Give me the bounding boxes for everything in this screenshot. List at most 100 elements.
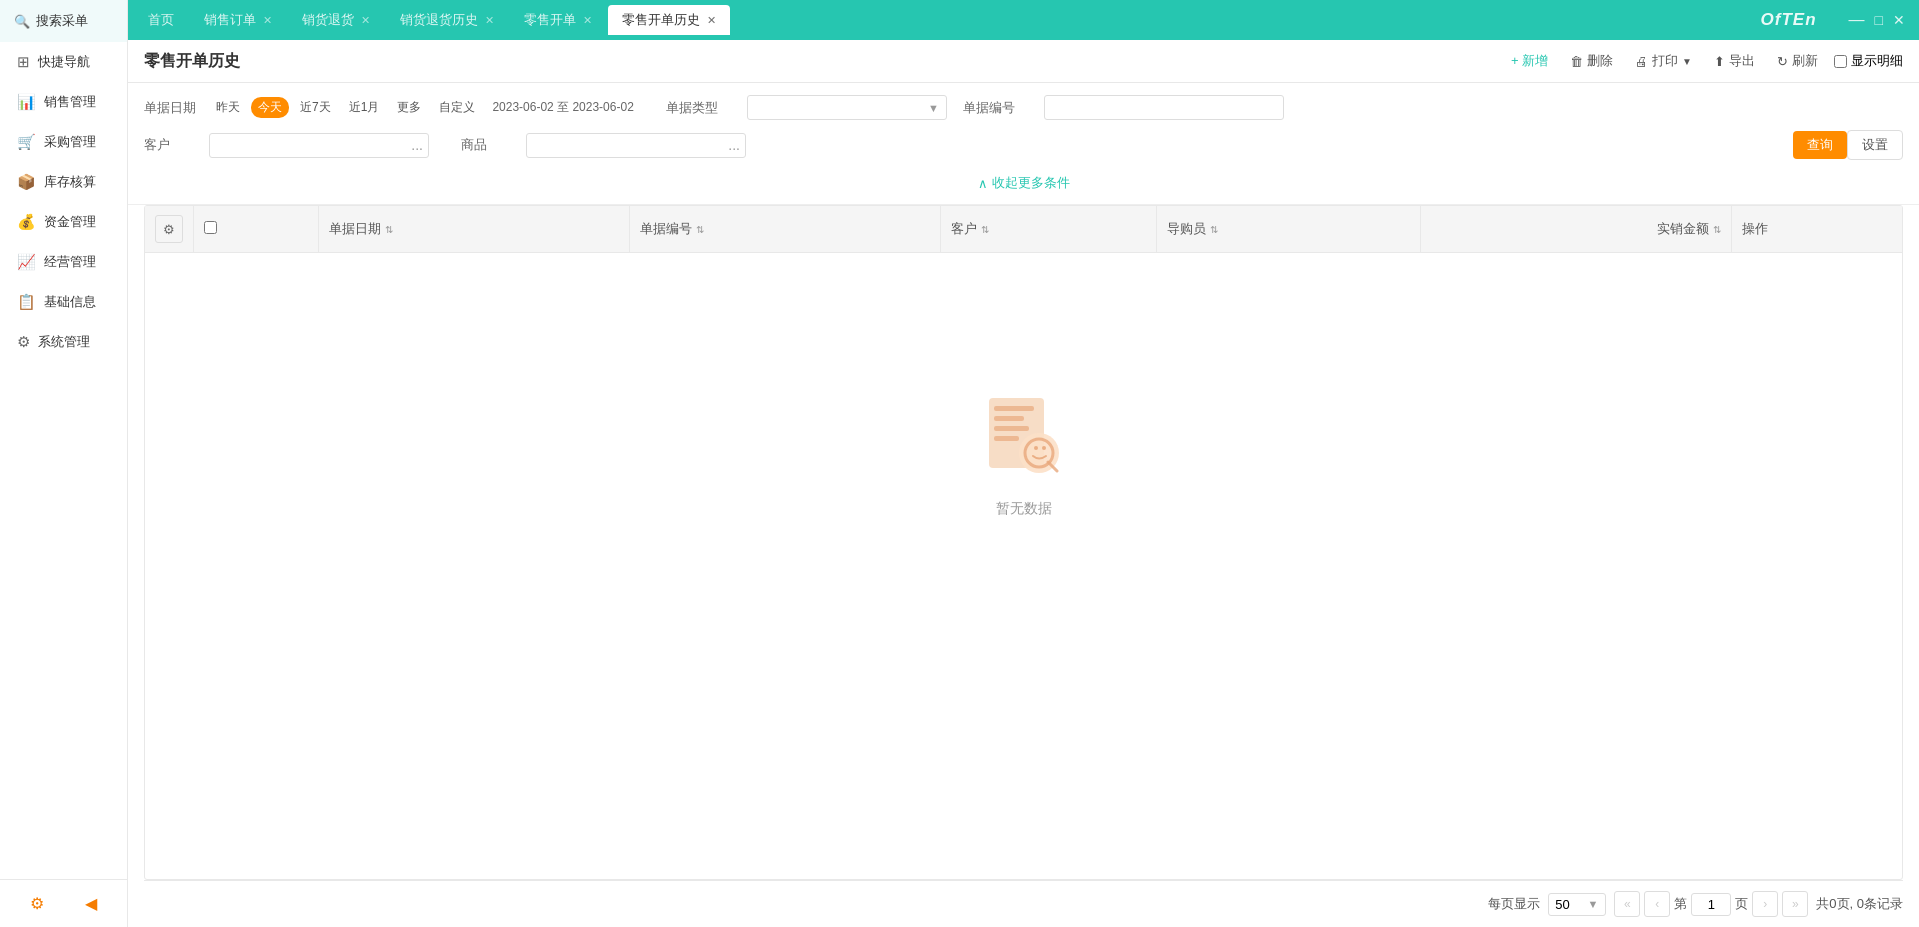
export-button[interactable]: ⬆ 导出 [1708, 48, 1761, 74]
sidebar-label-sys-mgmt: 系统管理 [38, 333, 90, 351]
per-page-select-wrapper: 50 10 20 100 ▼ [1548, 893, 1606, 916]
maximize-btn[interactable]: □ [1875, 12, 1883, 28]
toolbar-actions: + 新增 🗑 删除 🖨 打印 ▼ ⬆ 导出 ↻ 刷新 [1505, 48, 1903, 74]
sidebar-label-inventory: 库存核算 [44, 173, 96, 191]
brand-label: OfTEn [1761, 10, 1817, 30]
tab-retail-open-history[interactable]: 零售开单历史✕ [608, 5, 730, 35]
empty-illustration [974, 388, 1074, 488]
select-all-checkbox[interactable] [204, 221, 217, 234]
custom-btn[interactable]: 自定义 [432, 97, 482, 118]
sort-date-icon: ⇅ [385, 224, 393, 235]
tab-label-sales-return: 销货退货 [302, 11, 354, 29]
sidebar-icon-finance: 💰 [17, 213, 36, 231]
customer-input[interactable] [209, 133, 429, 158]
content: 零售开单历史 + 新增 🗑 删除 🖨 打印 ▼ ⬆ 导出 ↻ [128, 40, 1919, 927]
last-page-btn[interactable]: » [1782, 891, 1808, 917]
sidebar-item-inventory[interactable]: 📦 库存核算 [0, 162, 127, 202]
settings-button[interactable]: 设置 [1847, 130, 1903, 160]
tab-close-retail-open[interactable]: ✕ [583, 14, 592, 27]
tab-close-sales-order[interactable]: ✕ [263, 14, 272, 27]
svg-rect-4 [994, 436, 1019, 441]
sidebar-icon-sales-mgmt: 📊 [17, 93, 36, 111]
filter-row-2: 客户 ... 商品 ... 查询 设置 [144, 130, 1903, 160]
page-prefix-label: 第 [1674, 895, 1687, 913]
print-icon: 🖨 [1635, 54, 1648, 69]
refresh-button[interactable]: ↻ 刷新 [1771, 48, 1824, 74]
th-action: 操作 [1732, 206, 1902, 253]
window-controls: OfTEn — □ ✕ [1761, 10, 1913, 30]
delete-button[interactable]: 🗑 删除 [1564, 48, 1619, 74]
pagination-nav: « ‹ 第 页 › » [1614, 891, 1808, 917]
date-range-display: 2023-06-02 至 2023-06-02 [492, 99, 633, 116]
th-date[interactable]: 单据日期 ⇅ [318, 206, 629, 253]
page-input[interactable] [1691, 893, 1731, 916]
sidebar-item-base-info[interactable]: 📋 基础信息 [0, 282, 127, 322]
doc-no-input-wrap [1044, 95, 1284, 120]
tab-sales-order[interactable]: 销售订单 ✕ [190, 5, 286, 35]
svg-point-8 [1034, 446, 1038, 450]
svg-rect-2 [994, 416, 1024, 421]
tab-retail-open[interactable]: 零售开单 ✕ [510, 5, 606, 35]
sidebar-icon-sys-mgmt: ⚙ [17, 333, 30, 351]
tab-close-retail-open-history[interactable]: ✕ [707, 14, 716, 27]
first-page-btn[interactable]: « [1614, 891, 1640, 917]
tab-sales-return-history[interactable]: 销货退货历史 ✕ [386, 5, 508, 35]
sidebar-item-finance[interactable]: 💰 资金管理 [0, 202, 127, 242]
last7days-btn[interactable]: 近7天 [293, 97, 338, 118]
print-button[interactable]: 🖨 打印 ▼ [1629, 48, 1698, 74]
th-guide[interactable]: 导购员 ⇅ [1157, 206, 1421, 253]
last1month-btn[interactable]: 近1月 [342, 97, 387, 118]
tab-label-home: 首页 [148, 11, 174, 29]
today-btn[interactable]: 今天 [251, 97, 289, 118]
sort-guide-icon: ⇅ [1210, 224, 1218, 235]
tab-label-sales-return-history: 销货退货历史 [400, 11, 478, 29]
prev-page-btn[interactable]: ‹ [1644, 891, 1670, 917]
th-no[interactable]: 单据编号 ⇅ [629, 206, 940, 253]
sidebar-item-sys-mgmt[interactable]: ⚙ 系统管理 [0, 322, 127, 362]
yesterday-btn[interactable]: 昨天 [209, 97, 247, 118]
th-checkbox-col [194, 206, 319, 253]
tab-sales-return[interactable]: 销货退货 ✕ [288, 5, 384, 35]
minimize-btn[interactable]: — [1849, 11, 1865, 29]
sidebar-icon-base-info: 📋 [17, 293, 36, 311]
tab-label-retail-open: 零售开单 [524, 11, 576, 29]
doc-type-select[interactable] [747, 95, 947, 120]
sidebar-search[interactable]: 🔍 搜索采单 [0, 0, 127, 42]
table-settings-btn[interactable]: ⚙ [155, 215, 183, 243]
customer-dots-btn[interactable]: ... [411, 137, 423, 153]
th-settings: ⚙ [145, 206, 194, 253]
tab-close-sales-return-history[interactable]: ✕ [485, 14, 494, 27]
doc-no-input[interactable] [1044, 95, 1284, 120]
collapse-btn[interactable]: ∧ 收起更多条件 [144, 170, 1903, 200]
next-page-btn[interactable]: › [1752, 891, 1778, 917]
sidebar-settings-btn[interactable]: ⚙ [22, 890, 52, 917]
add-button[interactable]: + 新增 [1505, 48, 1554, 74]
th-customer[interactable]: 客户 ⇅ [941, 206, 1157, 253]
tab-label-sales-order: 销售订单 [204, 11, 256, 29]
product-input[interactable] [526, 133, 746, 158]
sidebar-label-quick-nav: 快捷导航 [38, 53, 90, 71]
display-detail-checkbox[interactable] [1834, 55, 1847, 68]
product-dots-btn[interactable]: ... [728, 137, 740, 153]
query-button[interactable]: 查询 [1793, 131, 1847, 159]
display-detail-toggle[interactable]: 显示明细 [1834, 52, 1903, 70]
sidebar-bottom: ⚙ ◀ [0, 879, 127, 927]
sidebar-collapse-btn[interactable]: ◀ [77, 890, 105, 917]
sidebar-icon-quick-nav: ⊞ [17, 53, 30, 71]
sidebar-item-sales-mgmt[interactable]: 📊 销售管理 [0, 82, 127, 122]
sidebar-icon-purchase-mgmt: 🛒 [17, 133, 36, 151]
sidebar-item-purchase-mgmt[interactable]: 🛒 采购管理 [0, 122, 127, 162]
sidebar-item-operation[interactable]: 📈 经营管理 [0, 242, 127, 282]
sidebar-item-quick-nav[interactable]: ⊞ 快捷导航 [0, 42, 127, 82]
tab-close-sales-return[interactable]: ✕ [361, 14, 370, 27]
svg-point-9 [1042, 446, 1046, 450]
product-filter-label: 商品 [461, 136, 526, 154]
more-btn[interactable]: 更多 [390, 97, 428, 118]
close-btn[interactable]: ✕ [1893, 12, 1905, 28]
main: 首页销售订单✕销货退货✕销货退货历史✕零售开单✕零售开单历史✕ OfTEn — … [128, 0, 1919, 927]
tab-home[interactable]: 首页 [134, 5, 188, 35]
filter-area: 单据日期 昨天 今天 近7天 近1月 更多 自定义 2023-06-02 至 2… [128, 83, 1919, 205]
doc-type-select-wrapper: ▼ [747, 95, 947, 120]
th-amount[interactable]: 实销金额 ⇅ [1420, 206, 1731, 253]
per-page-select[interactable]: 50 10 20 100 [1548, 893, 1606, 916]
